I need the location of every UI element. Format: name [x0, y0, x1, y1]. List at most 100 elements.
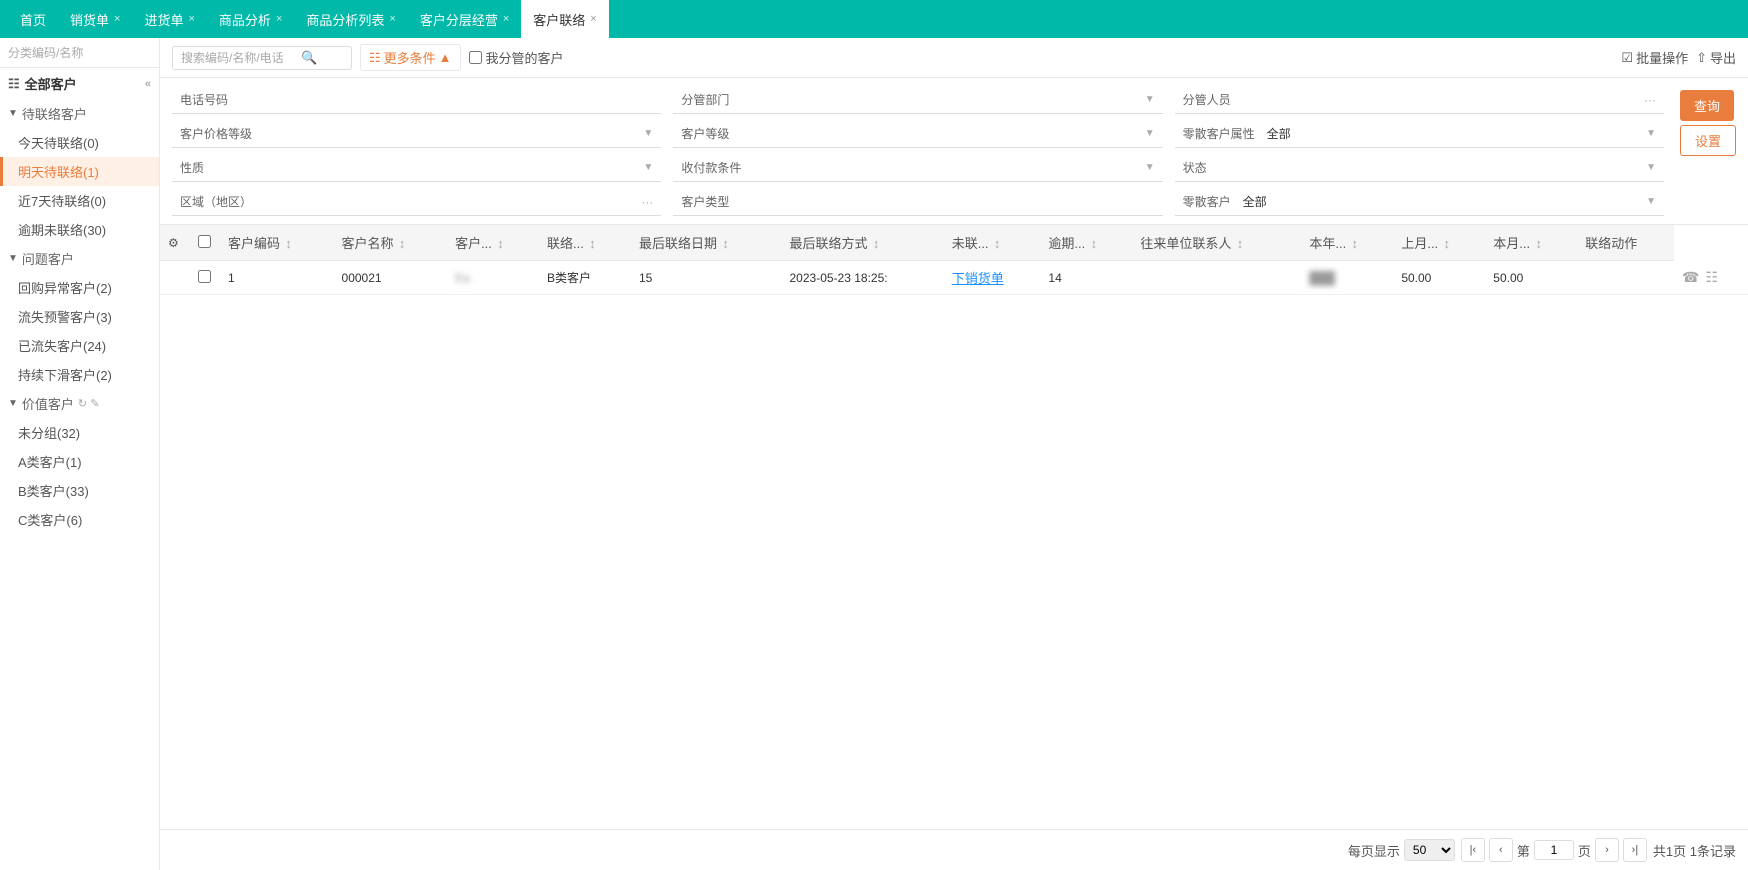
- sort-icon[interactable]: ↕: [873, 236, 880, 251]
- sort-icon[interactable]: ↕: [1352, 236, 1359, 251]
- row-contact-num: 15: [631, 261, 782, 295]
- col-header-name: 客户名称 ↕: [334, 225, 448, 261]
- table-area: ⚙ 客户编码 ↕ 客户名称 ↕ 客户... ↕: [160, 225, 1748, 829]
- sidebar-item-7days-pending[interactable]: 近7天待联络(0): [0, 186, 159, 215]
- per-page-area: 每页显示 50 100 200: [1348, 839, 1455, 861]
- nav-home[interactable]: 首页: [8, 0, 58, 38]
- query-button[interactable]: 查询: [1680, 90, 1734, 121]
- row-last-contact-method[interactable]: 下销货单: [944, 261, 1041, 295]
- last-page-button[interactable]: ›|: [1623, 838, 1647, 862]
- sidebar-item-today-pending[interactable]: 今天待联络(0): [0, 128, 159, 157]
- sort-icon[interactable]: ↕: [497, 236, 504, 251]
- chevron-down-icon[interactable]: ▼: [643, 128, 653, 139]
- nav-purchase-order[interactable]: 进货单 ×: [132, 0, 206, 38]
- sidebar-item-class-a[interactable]: A类客户(1): [0, 447, 159, 476]
- nav-customer-stratification[interactable]: 客户分层经营 ×: [408, 0, 521, 38]
- sidebar-search-area: 🔍: [0, 38, 159, 68]
- more-icon[interactable]: ···: [641, 195, 653, 209]
- grid-action-icon[interactable]: ☷: [1705, 269, 1718, 286]
- phone-action-icon[interactable]: ☎: [1682, 269, 1699, 286]
- sidebar-item-abnormal-repurchase[interactable]: 回购异常客户(2): [0, 273, 159, 302]
- sort-icon[interactable]: ↕: [722, 236, 729, 251]
- toolbar-right: ☑ 批量操作 ⇧ 导出: [1621, 48, 1736, 67]
- close-icon[interactable]: ×: [114, 13, 120, 25]
- more-filter-button[interactable]: ☷ 更多条件 ▲: [360, 44, 461, 71]
- chevron-down-icon[interactable]: ▼: [1646, 128, 1656, 139]
- row-type: B类客户: [539, 261, 631, 295]
- sidebar-item-overdue-pending[interactable]: 逾期未联络(30): [0, 215, 159, 244]
- row-last-month: 50.00: [1485, 261, 1577, 295]
- collapse-icon: «: [145, 78, 151, 90]
- row-actions: ☎ ☷: [1674, 261, 1748, 295]
- row-code: 000021: [334, 261, 448, 295]
- set-button[interactable]: 设置: [1680, 125, 1736, 156]
- row-last-contact-date: 2023-05-23 18:25:: [782, 261, 944, 295]
- chevron-down-icon[interactable]: ▼: [1646, 162, 1656, 173]
- sidebar-item-declining[interactable]: 持续下滑客户(2): [0, 360, 159, 389]
- row-checkbox[interactable]: [198, 270, 211, 283]
- close-icon[interactable]: ×: [389, 13, 395, 25]
- more-icon[interactable]: ···: [1644, 93, 1656, 107]
- nav-customer-contact[interactable]: 客户联络 ×: [521, 0, 608, 38]
- chevron-down-icon[interactable]: ▼: [1646, 196, 1656, 207]
- sidebar-item-class-b[interactable]: B类客户(33): [0, 476, 159, 505]
- nav-product-analysis-list[interactable]: 商品分析列表 ×: [294, 0, 407, 38]
- sidebar-item-churn-warning[interactable]: 流失预警客户(3): [0, 302, 159, 331]
- col-header-no-contact: 未联... ↕: [944, 225, 1041, 261]
- arrow-down-icon: ▼: [8, 253, 18, 264]
- filter-customer-level: 客户等级 ▼: [673, 120, 1162, 148]
- row-check[interactable]: [190, 261, 220, 295]
- filter-row-3: 性质 ▼ 收付款条件 ▼ 状态: [172, 154, 1664, 182]
- row-no-contact: 14: [1040, 261, 1132, 295]
- per-page-select[interactable]: 50 100 200: [1404, 839, 1455, 861]
- search-input[interactable]: [181, 51, 301, 65]
- close-icon[interactable]: ×: [188, 13, 194, 25]
- filter-panel: 电话号码 分管部门 ▼ 分管人员 ···: [160, 78, 1748, 225]
- export-button[interactable]: ⇧ 导出: [1696, 48, 1736, 67]
- sidebar-group-value[interactable]: ▼ 价值客户 ↻ ✎: [0, 389, 159, 418]
- sort-icon[interactable]: ↕: [399, 236, 406, 251]
- col-check[interactable]: [190, 225, 220, 261]
- close-icon[interactable]: ×: [276, 13, 282, 25]
- sidebar: 🔍 ☷ 全部客户 « ▼ 待联络客户 今天待联络(0) 明天待联络(1) 近7天…: [0, 38, 160, 870]
- sort-icon[interactable]: ↕: [1091, 236, 1098, 251]
- my-customers-checkbox-label[interactable]: 我分管的客户: [469, 48, 564, 67]
- chevron-down-icon[interactable]: ▼: [643, 162, 653, 173]
- close-icon[interactable]: ×: [503, 13, 509, 25]
- chevron-down-icon[interactable]: ▼: [1145, 162, 1155, 173]
- row-name[interactable]: Ea: [447, 261, 539, 295]
- col-header-last-contact-method: 最后联络方式 ↕: [782, 225, 944, 261]
- sidebar-item-tomorrow-pending[interactable]: 明天待联络(1): [0, 157, 159, 186]
- sort-icon[interactable]: ↕: [1535, 236, 1542, 251]
- sort-icon[interactable]: ↕: [1237, 236, 1244, 251]
- contact-method-link[interactable]: 下销货单: [952, 271, 1004, 286]
- toolbar-search-box: 🔍: [172, 46, 352, 70]
- sort-icon[interactable]: ↕: [285, 236, 292, 251]
- page-number-input[interactable]: [1534, 840, 1574, 860]
- next-page-button[interactable]: ›: [1595, 838, 1619, 862]
- sort-icon[interactable]: ↕: [1444, 236, 1451, 251]
- col-header-code: 客户编码 ↕: [220, 225, 334, 261]
- first-page-button[interactable]: |‹: [1461, 838, 1485, 862]
- sidebar-item-ungrouped[interactable]: 未分组(32): [0, 418, 159, 447]
- nav-product-analysis[interactable]: 商品分析 ×: [207, 0, 294, 38]
- sidebar-item-class-c[interactable]: C类客户(6): [0, 505, 159, 534]
- select-all-checkbox[interactable]: [198, 235, 211, 248]
- batch-operation-button[interactable]: ☑ 批量操作: [1621, 48, 1688, 67]
- sidebar-group-problem[interactable]: ▼ 问题客户: [0, 244, 159, 273]
- nav-sales-order[interactable]: 销货单 ×: [58, 0, 132, 38]
- prev-page-button[interactable]: ‹: [1489, 838, 1513, 862]
- sidebar-item-churned[interactable]: 已流失客户(24): [0, 331, 159, 360]
- sort-icon[interactable]: ↕: [994, 236, 1001, 251]
- close-icon[interactable]: ×: [590, 13, 596, 25]
- chevron-down-icon[interactable]: ▼: [1145, 94, 1155, 105]
- col-setting[interactable]: ⚙: [160, 225, 190, 261]
- sort-icon[interactable]: ↕: [589, 236, 596, 251]
- sidebar-search-input[interactable]: [8, 46, 160, 60]
- my-customers-checkbox[interactable]: [469, 51, 482, 64]
- value-group-icons: ↻ ✎: [78, 397, 100, 410]
- sidebar-all-customers[interactable]: ☷ 全部客户 «: [0, 68, 159, 99]
- search-icon[interactable]: 🔍: [301, 50, 317, 66]
- sidebar-group-pending[interactable]: ▼ 待联络客户: [0, 99, 159, 128]
- chevron-down-icon[interactable]: ▼: [1145, 128, 1155, 139]
